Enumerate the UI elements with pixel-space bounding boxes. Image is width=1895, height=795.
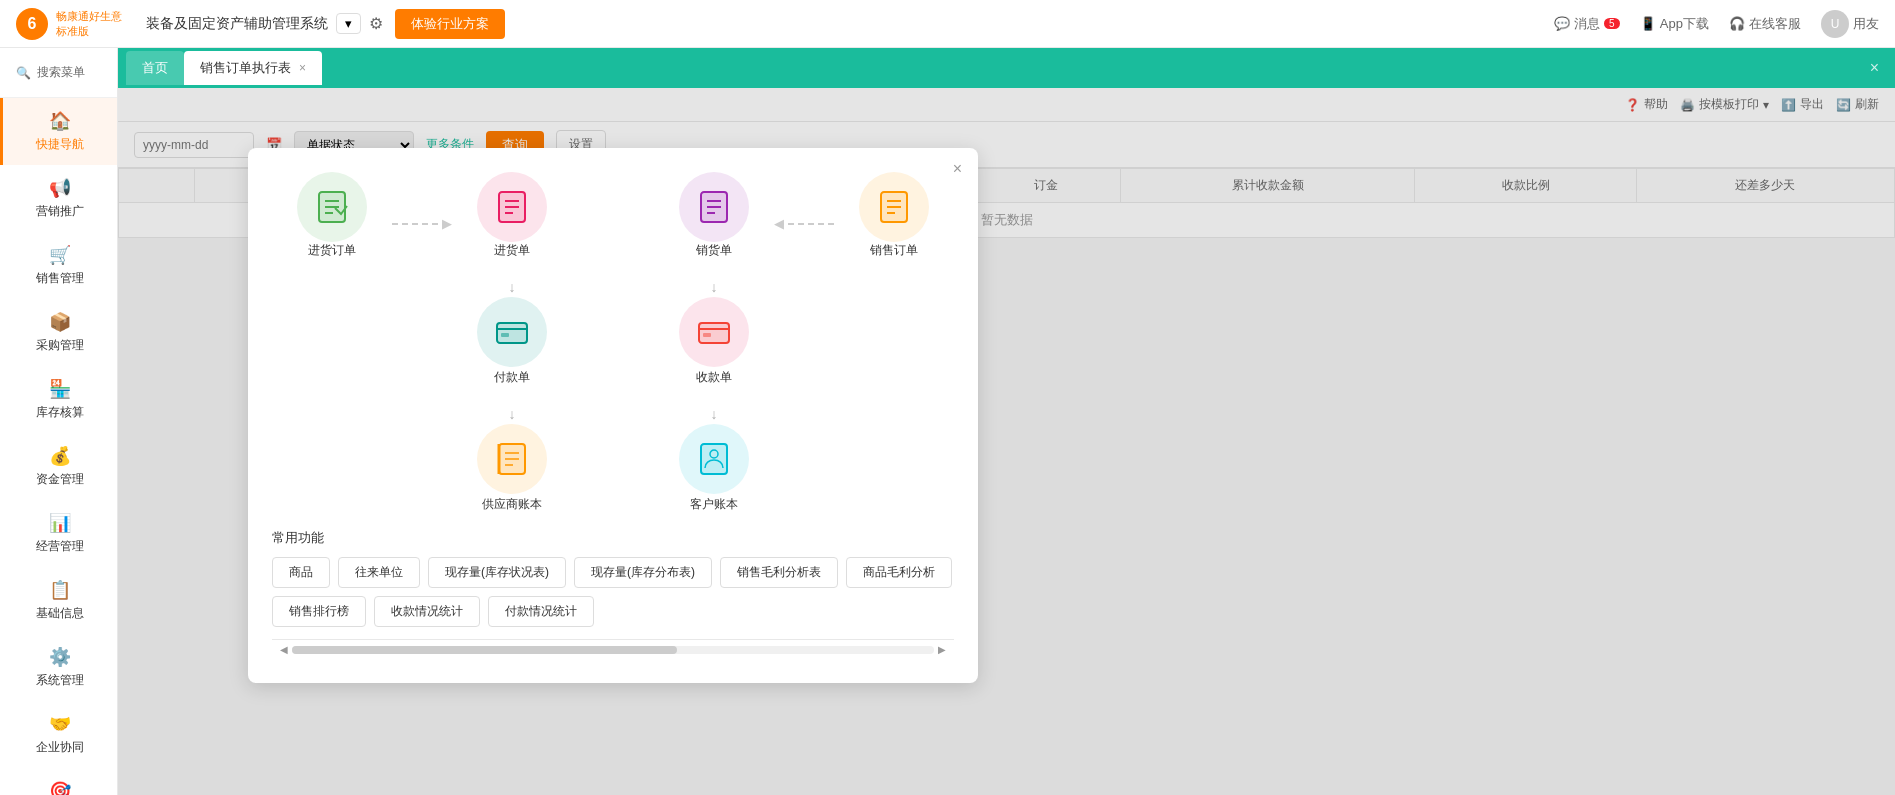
- common-functions: 常用功能 商品 往来单位 现存量(库存状况表) 现存量(库存分布表) 销售毛利分…: [272, 529, 954, 627]
- finance-icon: 💰: [49, 445, 71, 467]
- system-dropdown-button[interactable]: ▾: [336, 13, 361, 34]
- btn-product-gross[interactable]: 商品毛利分析: [846, 557, 952, 588]
- sidebar-item-newbie[interactable]: 🎯 新手引导: [0, 768, 117, 795]
- supplier-ledger-label: 供应商账本: [482, 496, 542, 513]
- message-button[interactable]: 💬 消息 5: [1554, 15, 1620, 33]
- purchase-bill-node[interactable]: [477, 172, 547, 242]
- settings-button[interactable]: ⚙: [369, 14, 383, 33]
- svg-rect-20: [497, 323, 527, 343]
- payment-bill-node[interactable]: [477, 297, 547, 367]
- tab-close-button[interactable]: ×: [299, 61, 306, 75]
- page-content: ❓ 帮助 🖨️ 按模板打印 ▾ ⬆️ 导出 🔄 刷新: [118, 88, 1895, 795]
- btn-stock-dist[interactable]: 现存量(库存分布表): [574, 557, 712, 588]
- inventory-icon: 🏪: [49, 378, 71, 400]
- supplier-ledger-node[interactable]: [477, 424, 547, 494]
- btn-payment-stats[interactable]: 付款情况统计: [488, 596, 594, 627]
- common-functions-title: 常用功能: [272, 529, 954, 547]
- top-bar: 6 畅康通好生意 标准版 装备及固定资产辅助管理系统 ▾ ⚙ 体验行业方案: [0, 0, 1895, 48]
- sidebar-item-operation[interactable]: 📊 经营管理: [0, 500, 117, 567]
- user-avatar: U: [1821, 10, 1849, 38]
- online-service-button[interactable]: 🎧 在线客服: [1729, 15, 1801, 33]
- sidebar-item-purchase[interactable]: 📦 采购管理: [0, 299, 117, 366]
- headset-icon: 🎧: [1729, 16, 1745, 31]
- sidebar-search-section: 🔍 搜索菜单: [0, 48, 117, 98]
- quick-guide-icon: 🏠: [49, 110, 71, 132]
- btn-sales-gross[interactable]: 销售毛利分析表: [720, 557, 838, 588]
- btn-stock-status[interactable]: 现存量(库存状况表): [428, 557, 566, 588]
- modal-overlay[interactable]: × 进货订单: [118, 88, 1895, 795]
- btn-product[interactable]: 商品: [272, 557, 330, 588]
- svg-rect-27: [703, 333, 711, 337]
- svg-rect-23: [501, 333, 509, 337]
- payment-bill-label: 付款单: [494, 369, 530, 386]
- sidebar-item-inventory[interactable]: 🏪 库存核算: [0, 366, 117, 433]
- system-icon: ⚙️: [49, 646, 71, 668]
- scroll-left-arrow[interactable]: ◀: [280, 644, 288, 655]
- operation-icon: 📊: [49, 512, 71, 534]
- receipt-bill-node[interactable]: [679, 297, 749, 367]
- top-bar-right: 💬 消息 5 📱 App下载 🎧 在线客服 U 用友: [1554, 10, 1879, 38]
- common-buttons-row1: 商品 往来单位 现存量(库存状况表) 现存量(库存分布表) 销售毛利分析表 商品…: [272, 557, 954, 588]
- sidebar-item-sales[interactable]: 🛒 销售管理: [0, 232, 117, 299]
- btn-contacts[interactable]: 往来单位: [338, 557, 420, 588]
- basic-info-icon: 📋: [49, 579, 71, 601]
- sales-order-node[interactable]: [859, 172, 929, 242]
- sidebar-item-marketing[interactable]: 📢 营销推广: [0, 165, 117, 232]
- btn-sales-ranking[interactable]: 销售排行榜: [272, 596, 366, 627]
- user-menu-button[interactable]: U 用友: [1821, 10, 1879, 38]
- purchase-order-label: 进货订单: [308, 242, 356, 259]
- sales-order-label: 销售订单: [870, 242, 918, 259]
- customer-ledger-node[interactable]: [679, 424, 749, 494]
- system-title-text: 装备及固定资产辅助管理系统: [146, 15, 328, 33]
- svg-rect-24: [699, 323, 729, 343]
- sales-icon: 🛒: [49, 244, 71, 266]
- search-icon: 🔍: [16, 66, 31, 80]
- phone-icon: 📱: [1640, 16, 1656, 31]
- content-area: 首页 销售订单执行表 × × ❓ 帮助 🖨️: [118, 48, 1895, 795]
- receipt-bill-label: 收款单: [696, 369, 732, 386]
- system-title: 装备及固定资产辅助管理系统 ▾ ⚙: [146, 13, 383, 34]
- sidebar-item-enterprise[interactable]: 🤝 企业协同: [0, 701, 117, 768]
- scroll-thumb[interactable]: [292, 646, 677, 654]
- message-badge: 5: [1604, 18, 1620, 29]
- newbie-icon: 🎯: [49, 780, 71, 795]
- sidebar-item-system[interactable]: ⚙️ 系统管理: [0, 634, 117, 701]
- modal-scrollbar: ◀ ▶: [272, 639, 954, 659]
- top-bar-left: 6 畅康通好生意 标准版 装备及固定资产辅助管理系统 ▾ ⚙ 体验行业方案: [16, 8, 505, 40]
- purchase-icon: 📦: [49, 311, 71, 333]
- sidebar: 🔍 搜索菜单 🏠 快捷导航 📢 营销推广 🛒 销售管理 📦 采购管理: [0, 48, 118, 795]
- sidebar-item-basic-info[interactable]: 📋 基础信息: [0, 567, 117, 634]
- tab-bar: 首页 销售订单执行表 × ×: [118, 48, 1895, 88]
- logo-area: 6 畅康通好生意 标准版: [16, 8, 134, 40]
- app-container: 6 畅康通好生意 标准版 装备及固定资产辅助管理系统 ▾ ⚙ 体验行业方案: [0, 0, 1895, 795]
- flow-diagram: 进货订单 ▶: [272, 172, 954, 513]
- purchase-order-node[interactable]: [297, 172, 367, 242]
- customer-ledger-label: 客户账本: [690, 496, 738, 513]
- search-menu-button[interactable]: 🔍 搜索菜单: [8, 58, 109, 87]
- modal-close-button[interactable]: ×: [953, 160, 962, 178]
- scroll-right-arrow[interactable]: ▶: [938, 644, 946, 655]
- try-plan-button[interactable]: 体验行业方案: [395, 9, 505, 39]
- main-layout: 🔍 搜索菜单 🏠 快捷导航 📢 营销推广 🛒 销售管理 📦 采购管理: [0, 48, 1895, 795]
- common-buttons-row2: 销售排行榜 收款情况统计 付款情况统计: [272, 596, 954, 627]
- logo-icon: 6: [16, 8, 48, 40]
- sales-bill-node[interactable]: [679, 172, 749, 242]
- app-download-button[interactable]: 📱 App下载: [1640, 15, 1709, 33]
- logo-text: 畅康通好生意 标准版: [56, 9, 122, 38]
- marketing-icon: 📢: [49, 177, 71, 199]
- quick-guide-modal: × 进货订单: [248, 148, 978, 683]
- sales-bill-label: 销货单: [696, 242, 732, 259]
- message-icon: 💬: [1554, 16, 1570, 31]
- close-all-tabs-button[interactable]: ×: [1862, 59, 1887, 77]
- btn-receipt-stats[interactable]: 收款情况统计: [374, 596, 480, 627]
- tab-home[interactable]: 首页: [126, 51, 184, 85]
- sidebar-item-quick-guide[interactable]: 🏠 快捷导航: [0, 98, 117, 165]
- enterprise-icon: 🤝: [49, 713, 71, 735]
- purchase-bill-label: 进货单: [494, 242, 530, 259]
- svg-rect-34: [701, 444, 727, 474]
- tab-sales-order[interactable]: 销售订单执行表 ×: [184, 51, 322, 85]
- scroll-track[interactable]: [292, 646, 934, 654]
- sidebar-item-finance[interactable]: 💰 资金管理: [0, 433, 117, 500]
